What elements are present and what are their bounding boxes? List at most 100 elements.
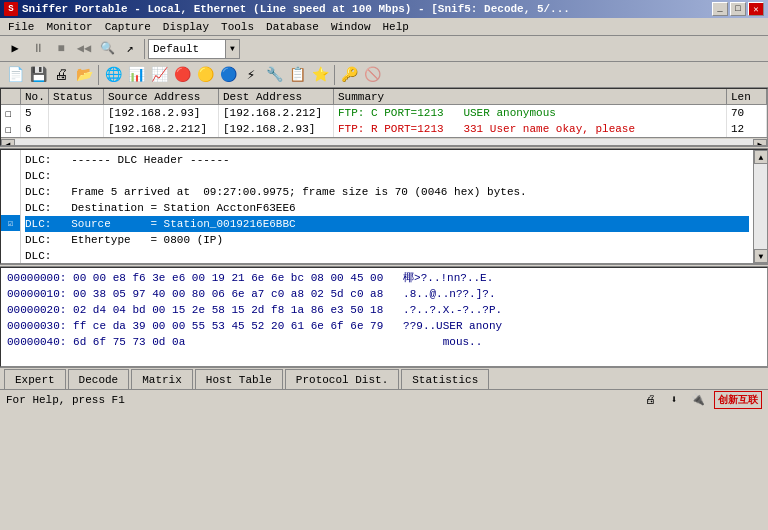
row6-len: 12 [727,121,767,137]
menu-help[interactable]: Help [377,20,415,34]
tab-protocol-dist[interactable]: Protocol Dist. [285,369,399,389]
menu-bar: File Monitor Capture Display Tools Datab… [0,18,768,36]
profile-dropdown[interactable]: Default ▼ [148,39,240,59]
packet-table-header: No. Status Source Address Dest Address S… [1,89,767,105]
dropdown-arrow-icon[interactable]: ▼ [225,40,239,58]
menu-capture[interactable]: Capture [99,20,157,34]
row5-len: 70 [727,105,767,121]
tab-host-table[interactable]: Host Table [195,369,283,389]
save-button[interactable]: 💾 [27,65,49,85]
close-button[interactable]: ✕ [748,2,764,16]
play-button[interactable]: ▶ [4,39,26,59]
pause-button[interactable]: ⏸ [27,39,49,59]
icon-btn-1[interactable]: 🌐 [102,65,124,85]
hex-dump-area: 00000000: 00 00 e8 f6 3e e6 00 19 21 6e … [0,267,768,367]
status-icon-arrow[interactable]: ⬇ [666,392,682,408]
status-icons: 🖨 ⬇ 🔌 创新互联 [642,391,762,409]
tab-bar: Expert Decode Matrix Host Table Protocol… [0,367,768,389]
row6-checkbox[interactable]: ☐ [1,121,21,137]
hex-line-0: 00000000: 00 00 e8 f6 3e e6 00 19 21 6e … [7,270,761,286]
icon-btn-6[interactable]: 🔵 [217,65,239,85]
search-button[interactable]: 🔍 [96,39,118,59]
menu-window[interactable]: Window [325,20,377,34]
header-dst: Dest Address [219,89,334,104]
minimize-button[interactable]: _ [712,2,728,16]
icon-btn-5[interactable]: 🟡 [194,65,216,85]
status-icon-network[interactable]: 🔌 [690,392,706,408]
row5-src: [192.168.2.93] [104,105,219,121]
icon-btn-4[interactable]: 🔴 [171,65,193,85]
menu-monitor[interactable]: Monitor [40,20,98,34]
row5-dst: [192.168.2.212] [219,105,334,121]
decode-area: ☑ DLC: ------ DLC Header ------ DLC: DLC… [0,149,768,264]
packet-row-6[interactable]: ☐ 6 [192.168.2.212] [192.168.2.93] FTP: … [1,121,767,137]
hscroll-right[interactable]: ▶ [753,139,767,147]
row6-summary: FTP: R PORT=1213 331 User name okay, ple… [334,121,727,137]
icon-btn-11[interactable]: 🔑 [338,65,360,85]
app-icon: S [4,2,18,16]
row5-summary: FTP: C PORT=1213 USER anonymous [334,105,727,121]
title-bar-buttons: _ □ ✕ [712,2,764,16]
print-button[interactable]: 🖨 [50,65,72,85]
toolbar-1: ▶ ⏸ ■ ◀◀ 🔍 ↗ Default ▼ [0,36,768,62]
hscroll-track[interactable] [15,139,753,147]
decode-selected-marker: ☑ [1,215,20,231]
icon-btn-9[interactable]: 📋 [286,65,308,85]
decode-scroll-down[interactable]: ▼ [754,249,768,263]
hex-line-4: 00000040: 6d 6f 75 73 0d 0a mous.. [7,334,761,350]
open-button[interactable]: 📂 [73,65,95,85]
decode-line-5: DLC: Ethertype = 0800 (IP) [25,232,749,248]
row6-status [49,121,104,137]
hex-line-2: 00000020: 02 d4 04 bd 00 15 2e 58 15 2d … [7,302,761,318]
icon-btn-8[interactable]: 🔧 [263,65,285,85]
row6-dst: [192.168.2.93] [219,121,334,137]
tab-decode[interactable]: Decode [68,369,130,389]
tab-matrix[interactable]: Matrix [131,369,193,389]
stop-button[interactable]: ■ [50,39,72,59]
header-src: Source Address [104,89,219,104]
toolbar-separator-3 [334,65,335,85]
decode-line-2: DLC: Frame 5 arrived at 09:27:00.9975; f… [25,184,749,200]
header-summary: Summary [334,89,727,104]
tab-expert[interactable]: Expert [4,369,66,389]
hex-line-1: 00000010: 00 38 05 97 40 00 80 06 6e a7 … [7,286,761,302]
decode-line-4[interactable]: DLC: Source = Station_0019216E6BBC [25,216,749,232]
title-bar: S Sniffer Portable - Local, Ethernet (Li… [0,0,768,18]
packet-table: No. Status Source Address Dest Address S… [0,88,768,146]
decode-line-3: DLC: Destination = Station AcctonF63EE6 [25,200,749,216]
icon-btn-10[interactable]: ⭐ [309,65,331,85]
new-button[interactable]: 📄 [4,65,26,85]
hex-line-3: 00000030: ff ce da 39 00 00 55 53 45 52 … [7,318,761,334]
hscroll-left[interactable]: ◀ [1,139,15,147]
decode-scroll-up[interactable]: ▲ [754,150,768,164]
packet-hscrollbar[interactable]: ◀ ▶ [1,137,767,146]
icon-btn-3[interactable]: 📈 [148,65,170,85]
menu-database[interactable]: Database [260,20,325,34]
decode-content: DLC: ------ DLC Header ------ DLC: DLC: … [21,150,753,263]
decode-line-0: DLC: ------ DLC Header ------ [25,152,749,168]
rewind-button[interactable]: ◀◀ [73,39,95,59]
menu-file[interactable]: File [2,20,40,34]
help-text: For Help, press F1 [6,394,125,406]
row5-no: 5 [21,105,49,121]
maximize-button[interactable]: □ [730,2,746,16]
decode-scroll-track[interactable] [754,164,767,249]
menu-tools[interactable]: Tools [215,20,260,34]
header-len: Len [727,89,767,104]
icon-btn-2[interactable]: 📊 [125,65,147,85]
decode-scrollbar: ▲ ▼ [753,150,767,263]
toolbar-separator-2 [98,65,99,85]
status-icon-print[interactable]: 🖨 [642,392,658,408]
toolbar-2: 📄 💾 🖨 📂 🌐 📊 📈 🔴 🟡 🔵 ⚡ 🔧 📋 ⭐ 🔑 🚫 [0,62,768,88]
export-button[interactable]: ↗ [119,39,141,59]
tab-statistics[interactable]: Statistics [401,369,489,389]
packet-row-5[interactable]: ☐ 5 [192.168.2.93] [192.168.2.212] FTP: … [1,105,767,121]
row5-checkbox[interactable]: ☐ [1,105,21,121]
decode-line-6: DLC: [25,248,749,263]
brand-logo: 创新互联 [714,391,762,409]
toolbar-separator-1 [144,39,145,59]
icon-btn-7[interactable]: ⚡ [240,65,262,85]
row6-src: [192.168.2.212] [104,121,219,137]
icon-btn-12[interactable]: 🚫 [361,65,383,85]
menu-display[interactable]: Display [157,20,215,34]
